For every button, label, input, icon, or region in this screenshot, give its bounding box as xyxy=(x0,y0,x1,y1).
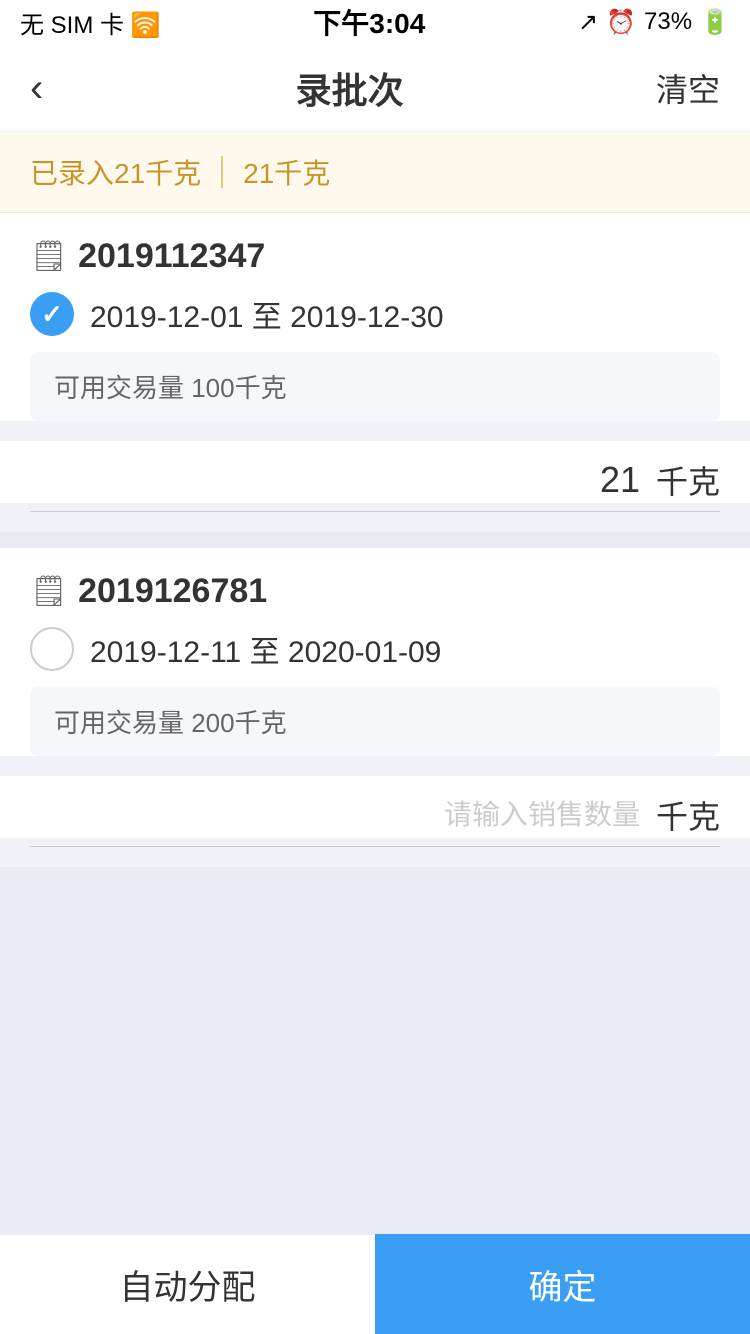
batch-2-date: 2019-12-11 至 2020-01-09 xyxy=(90,627,441,671)
batch-1-underline xyxy=(30,511,720,512)
batch-item-1: 🗒 2019112347 2019-12-01 至 2019-12-30 可用交… xyxy=(0,213,750,421)
location-icon: ↗ xyxy=(578,8,598,37)
alarm-icon: ⏰ xyxy=(606,8,636,37)
sim-label: 无 SIM 卡 🛜 xyxy=(20,5,161,40)
batch-1-date-row: 2019-12-01 至 2019-12-30 xyxy=(30,292,720,336)
batch-1-header: 🗒 2019112347 xyxy=(30,237,720,276)
batch-2-underline xyxy=(30,846,720,847)
battery-label: 73% xyxy=(644,8,692,36)
batch-2-icon: 🗒 xyxy=(30,574,68,609)
batch-1-avail: 可用交易量 100千克 xyxy=(30,352,720,421)
nav-bar: ‹ 录批次 清空 xyxy=(0,44,750,132)
batch-1-quantity-row: 千克 xyxy=(0,441,750,503)
batch-1-date: 2019-12-01 至 2019-12-30 xyxy=(90,292,444,336)
recorded-value: 21千克 xyxy=(243,152,330,192)
recorded-label: 已录入21千克 xyxy=(30,152,201,192)
batch-2-quantity-row: 千克 xyxy=(0,776,750,838)
auto-distribute-button[interactable]: 自动分配 xyxy=(0,1234,375,1334)
status-time: 下午3:04 xyxy=(313,2,425,42)
battery-icon: 🔋 xyxy=(700,8,730,37)
batch-2-header: 🗒 2019126781 xyxy=(30,572,720,611)
batch-item-2: 🗒 2019126781 2019-12-11 至 2020-01-09 可用交… xyxy=(0,548,750,756)
batch-1-radio[interactable] xyxy=(30,292,74,336)
batch-2-quantity-input[interactable] xyxy=(420,799,640,831)
batch-2-date-row: 2019-12-11 至 2020-01-09 xyxy=(30,627,720,671)
batch-2-unit: 千克 xyxy=(656,792,720,838)
clear-button[interactable]: 清空 xyxy=(656,65,720,111)
batch-1-unit: 千克 xyxy=(656,457,720,503)
info-banner: 已录入21千克 21千克 xyxy=(0,132,750,213)
status-right: ↗ ⏰ 73% 🔋 xyxy=(578,8,730,37)
batch-1-id: 2019112347 xyxy=(78,237,265,276)
status-bar: 无 SIM 卡 🛜 下午3:04 ↗ ⏰ 73% 🔋 xyxy=(0,0,750,44)
status-left: 无 SIM 卡 🛜 xyxy=(20,5,161,40)
page-title: 录批次 xyxy=(296,62,404,114)
info-divider xyxy=(221,156,223,188)
batch-2-radio[interactable] xyxy=(30,627,74,671)
batch-1-icon: 🗒 xyxy=(30,239,68,274)
bottom-bar: 自动分配 确定 xyxy=(0,1234,750,1334)
batch-2-avail: 可用交易量 200千克 xyxy=(30,687,720,756)
empty-area xyxy=(0,867,750,1237)
batch-1-quantity-input[interactable] xyxy=(520,459,640,501)
confirm-button[interactable]: 确定 xyxy=(375,1234,750,1334)
batch-2-id: 2019126781 xyxy=(78,572,267,611)
back-button[interactable]: ‹ xyxy=(30,68,43,108)
section-separator xyxy=(0,532,750,548)
